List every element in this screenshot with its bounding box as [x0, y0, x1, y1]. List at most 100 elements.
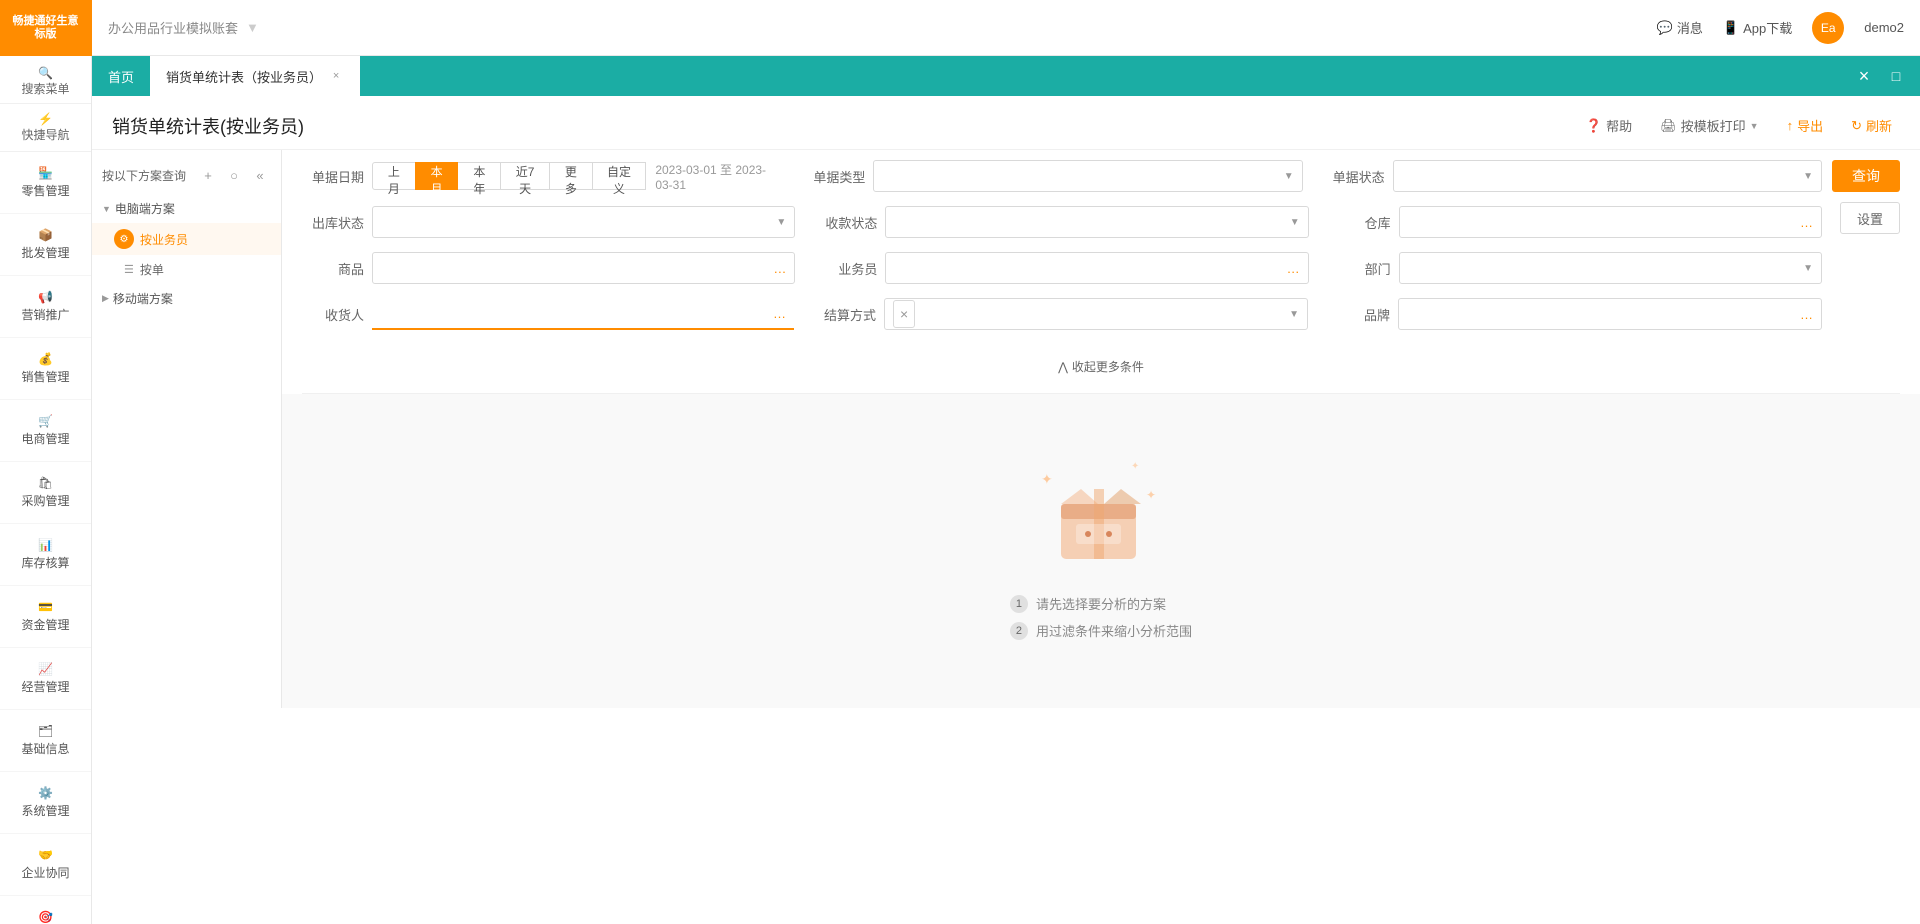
product-select[interactable]: … — [372, 252, 795, 284]
out-status-chevron-icon: ▼ — [776, 217, 786, 228]
date-btn-this-month[interactable]: 本月 — [415, 162, 459, 190]
sales-icon: 💰 — [4, 352, 87, 366]
refresh-icon: ↻ — [1851, 118, 1862, 134]
sidebar-item-newuser[interactable]: 🎯 新手引导 — [0, 896, 91, 924]
sidebar-item-system[interactable]: ⚙️ 系统管理 — [0, 772, 91, 834]
add-scheme-button[interactable]: + — [197, 164, 219, 186]
sidebar-item-quick-nav[interactable]: ⚡ 快捷导航 — [0, 104, 91, 152]
sidebar-item-corp[interactable]: 🤝 企业协同 — [0, 834, 91, 896]
sidebar-item-purchase[interactable]: 🛍 采购管理 — [0, 462, 91, 524]
warehouse-select[interactable]: … — [1399, 206, 1822, 238]
app-logo[interactable]: 畅捷通好生意 标版 — [0, 0, 92, 56]
collapse-filter-icon: ⋀ — [1058, 360, 1068, 374]
tab-maximize-button[interactable]: □ — [1880, 60, 1912, 92]
breadcrumb: 办公用品行业模拟账套 — [108, 18, 238, 37]
topbar-right: 💬 消息 📱 App下载 Ea demo2 — [1657, 12, 1904, 44]
warehouse-dots: … — [1800, 215, 1813, 230]
right-area: 单据日期 上月 本月 本年 近7天 更多 自定义 — [282, 150, 1920, 708]
empty-hint-2: 2 用过滤条件来缩小分析范围 — [1010, 621, 1192, 640]
out-status-select[interactable]: ▼ — [372, 206, 795, 238]
date-label: 单据日期 — [302, 167, 372, 186]
filter-row-1: 单据日期 上月 本月 本年 近7天 更多 自定义 — [302, 160, 1822, 192]
sidebar-item-inventory[interactable]: 📊 库存核算 — [0, 524, 91, 586]
plus-icon: + — [204, 168, 212, 183]
sidebar: 畅捷通好生意 标版 🔍 搜索菜单 ⚡ 快捷导航 🏪 零售管理 📦 批发管理 📢 … — [0, 0, 92, 924]
sidebar-item-operations[interactable]: 📈 经营管理 — [0, 648, 91, 710]
newuser-icon: 🎯 — [4, 910, 87, 924]
tree-group-mobile: ▶ 移动端方案 — [92, 284, 281, 313]
doc-status-select[interactable]: ▼ — [1393, 160, 1822, 192]
search-icon: 🔍 — [8, 66, 83, 80]
query-button[interactable]: 查询 — [1832, 160, 1900, 192]
tab-minimize-button[interactable]: × — [1848, 60, 1880, 92]
basic-icon: 🗂 — [4, 724, 87, 738]
edit-scheme-button[interactable]: ○ — [223, 164, 245, 186]
query-actions: 查询 设置 — [1822, 160, 1900, 234]
date-btn-this-year[interactable]: 本年 — [457, 162, 501, 190]
sidebar-item-marketing[interactable]: 📢 营销推广 — [0, 276, 91, 338]
sidebar-item-ecommerce[interactable]: 🛒 电商管理 — [0, 400, 91, 462]
breadcrumb-arrow: ▼ — [246, 20, 259, 35]
refresh-button[interactable]: ↻ 刷新 — [1843, 112, 1900, 139]
sidebar-item-sales[interactable]: 💰 销售管理 — [0, 338, 91, 400]
tab-sales-stat[interactable]: 销货单统计表（按业务员） × — [150, 56, 360, 96]
date-range-display: 2023-03-01 至 2023-03-31 — [655, 161, 783, 192]
collapse-filter-button[interactable]: ⋀ 收起更多条件 — [1046, 354, 1156, 379]
purchase-icon: 🛍 — [4, 476, 87, 490]
date-btn-custom[interactable]: 自定义 — [592, 162, 647, 190]
sidebar-item-search[interactable]: 🔍 搜索菜单 — [0, 56, 91, 104]
sidebar-item-basic[interactable]: 🗂 基础信息 — [0, 710, 91, 772]
settlement-select[interactable]: × ▼ — [884, 298, 1308, 330]
tree-item-by-salesperson[interactable]: ⚙ 按业务员 — [92, 223, 281, 255]
brand-label: 品牌 — [1328, 305, 1398, 324]
settlement-label: 结算方式 — [814, 305, 884, 324]
left-panel-icons: + ○ « — [197, 164, 271, 186]
print-button[interactable]: 🖨 按模板打印 ▼ — [1652, 112, 1766, 139]
tab-home[interactable]: 首页 — [92, 56, 150, 96]
settlement-clear-icon[interactable]: × — [900, 307, 908, 321]
topbar-left: 办公用品行业模拟账套 ▼ — [108, 18, 259, 37]
setting-button[interactable]: 设置 — [1840, 202, 1900, 234]
salesperson-label: 业务员 — [815, 259, 885, 278]
brand-select[interactable]: … — [1398, 298, 1822, 330]
date-btn-last-month[interactable]: 上月 — [372, 162, 416, 190]
print-icon: 🖨 — [1660, 118, 1677, 134]
print-dropdown-icon: ▼ — [1750, 121, 1759, 131]
collect-status-select[interactable]: ▼ — [885, 206, 1308, 238]
app-download-button[interactable]: 📱 App下载 — [1723, 18, 1792, 37]
corp-icon: 🤝 — [4, 848, 87, 862]
department-chevron-icon: ▼ — [1803, 263, 1813, 274]
sidebar-item-retail[interactable]: 🏪 零售管理 — [0, 152, 91, 214]
content-area: 销货单统计表(按业务员) ❓ 帮助 🖨 按模板打印 ▼ ↑ 导出 — [92, 96, 1920, 924]
left-panel: 按以下方案查询 + ○ « — [92, 150, 282, 708]
avatar[interactable]: Ea — [1812, 12, 1844, 44]
sidebar-item-wholesale[interactable]: 📦 批发管理 — [0, 214, 91, 276]
collapse-panel-button[interactable]: « — [249, 164, 271, 186]
date-btn-last-7days[interactable]: 近7天 — [500, 162, 550, 190]
filter-section: 单据日期 上月 本月 本年 近7天 更多 自定义 — [282, 150, 1920, 344]
marketing-icon: 📢 — [4, 290, 87, 304]
tab-close-icon[interactable]: × — [328, 68, 344, 84]
receiver-input[interactable]: … — [372, 298, 794, 330]
left-panel-title: 按以下方案查询 — [102, 167, 186, 184]
salesperson-select[interactable]: … — [885, 252, 1308, 284]
tree-group-desktop-toggle[interactable]: ▼ 电脑端方案 — [92, 194, 281, 223]
date-btn-more[interactable]: 更多 — [549, 162, 593, 190]
tree-group-desktop: ▼ 电脑端方案 ⚙ 按业务员 ☰ 按单 — [92, 194, 281, 284]
page-title: 销货单统计表(按业务员) — [112, 113, 304, 139]
department-select[interactable]: ▼ — [1399, 252, 1822, 284]
user-name[interactable]: demo2 — [1864, 20, 1904, 35]
doc-type-select[interactable]: ▼ — [873, 160, 1302, 192]
messages-button[interactable]: 💬 消息 — [1657, 18, 1703, 37]
sidebar-item-finance[interactable]: 💳 资金管理 — [0, 586, 91, 648]
tree-item-by-order[interactable]: ☰ 按单 — [92, 255, 281, 284]
doc-type-chevron-icon: ▼ — [1284, 171, 1294, 182]
export-button[interactable]: ↑ 导出 — [1779, 112, 1832, 139]
settlement-tag: × — [893, 300, 915, 328]
doc-type-label: 单据类型 — [803, 167, 873, 186]
help-button[interactable]: ❓ 帮助 — [1578, 112, 1640, 139]
body-layout: 按以下方案查询 + ○ « — [92, 150, 1920, 708]
warehouse-label: 仓库 — [1329, 213, 1399, 232]
collapse-icon: « — [256, 168, 263, 183]
tree-group-mobile-toggle[interactable]: ▶ 移动端方案 — [92, 284, 281, 313]
